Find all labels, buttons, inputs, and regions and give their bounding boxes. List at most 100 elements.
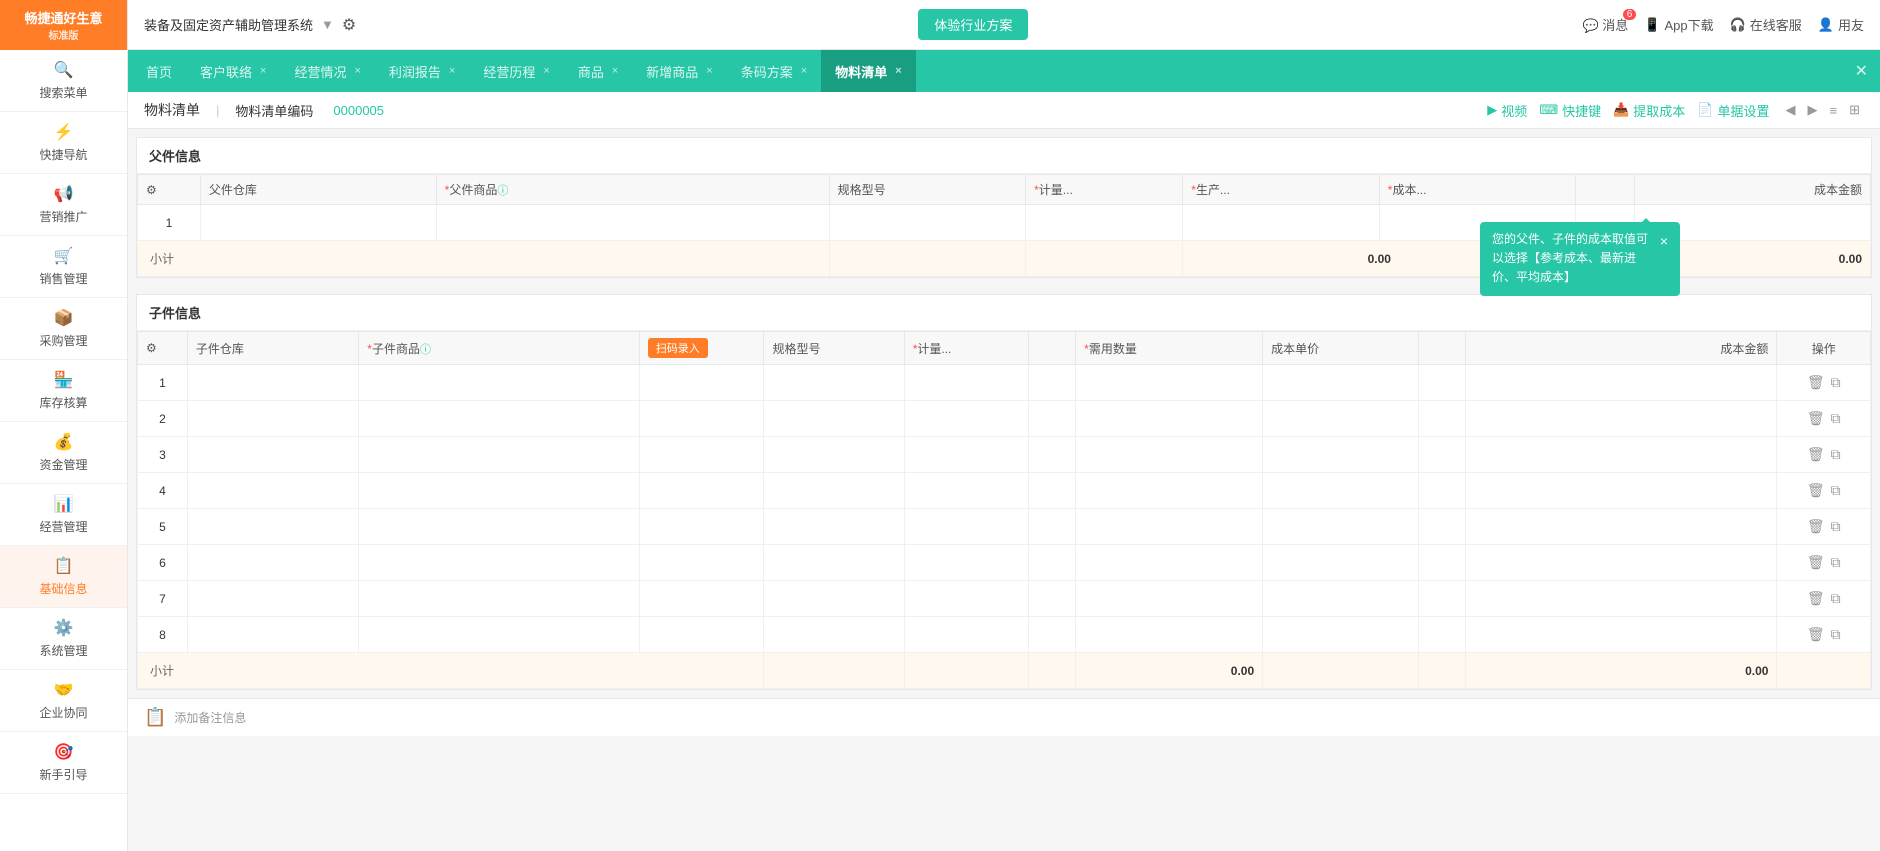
child-spec-cell-2[interactable] [764,401,904,437]
prev-page-button[interactable]: ◀ [1782,102,1800,118]
delete-icon-3[interactable]: 🗑 [1807,446,1825,463]
child-qty-cell-3[interactable] [1076,437,1263,473]
child-product-cell-4[interactable] [359,473,640,509]
delete-icon-5[interactable]: 🗑 [1807,518,1825,535]
video-action[interactable]: ▶ 视频 [1487,101,1527,120]
sidebar-item-search[interactable]: 🔍 搜索菜单 [0,50,127,112]
tab-customer-close[interactable]: × [260,65,266,77]
child-unit-cell-1[interactable] [904,365,1029,401]
child-spec-cell-8[interactable] [764,617,904,653]
copy-icon-3[interactable]: ⧉ [1831,446,1841,463]
child-cost-amount-cell-7[interactable] [1465,581,1777,617]
child-qty-cell-8[interactable] [1076,617,1263,653]
extract-cost-action[interactable]: 📥 提取成本 [1613,101,1685,120]
child-cost-unit-cell-3[interactable] [1263,437,1419,473]
app-download-button[interactable]: 📱 App下载 [1644,15,1713,34]
child-cost-amount-cell-3[interactable] [1465,437,1777,473]
child-qty-cell-1[interactable] [1076,365,1263,401]
tab-customer[interactable]: 客户联络 × [186,50,280,92]
child-warehouse-cell-4[interactable] [187,473,358,509]
sidebar-item-basic-info[interactable]: 📋 基础信息 [0,546,127,608]
copy-icon-5[interactable]: ⧉ [1831,518,1841,535]
copy-icon-7[interactable]: ⧉ [1831,590,1841,607]
copy-icon-4[interactable]: ⧉ [1831,482,1841,499]
tab-operation-status[interactable]: 经营情况 × [280,50,374,92]
parent-col-settings[interactable]: ⚙ [138,175,201,205]
tab-history[interactable]: 经营历程 × [469,50,563,92]
sidebar-item-system[interactable]: ⚙️ 系统管理 [0,608,127,670]
parent-warehouse-cell[interactable] [200,205,436,241]
tab-new-goods[interactable]: 新增商品 × [632,50,726,92]
single-settings-action[interactable]: 📄 单据设置 [1697,101,1769,120]
scan-input-button[interactable]: 扫码录入 [648,338,708,358]
child-cost-amount-cell-6[interactable] [1465,545,1777,581]
bottom-hint-bar[interactable]: 📋 添加备注信息 [128,698,1880,736]
child-qty-cell-6[interactable] [1076,545,1263,581]
child-spec-cell-6[interactable] [764,545,904,581]
sidebar-item-quick-nav[interactable]: ⚡ 快捷导航 [0,112,127,174]
tab-profit[interactable]: 利润报告 × [375,50,469,92]
child-warehouse-cell-5[interactable] [187,509,358,545]
child-warehouse-cell-3[interactable] [187,437,358,473]
child-cost-amount-cell-8[interactable] [1465,617,1777,653]
expand-button[interactable]: ≡ [1826,103,1842,118]
copy-icon-6[interactable]: ⧉ [1831,554,1841,571]
child-cost-unit-cell-8[interactable] [1263,617,1419,653]
child-unit-cell-7[interactable] [904,581,1029,617]
copy-icon-8[interactable]: ⧉ [1831,626,1841,643]
child-spec-cell-1[interactable] [764,365,904,401]
user-menu[interactable]: 👤 用友 [1818,15,1864,34]
child-product-cell-6[interactable] [359,545,640,581]
next-page-button[interactable]: ▶ [1804,102,1822,118]
child-cost-unit-cell-4[interactable] [1263,473,1419,509]
delete-icon-7[interactable]: 🗑 [1807,590,1825,607]
child-unit-cell-6[interactable] [904,545,1029,581]
child-spec-cell-3[interactable] [764,437,904,473]
child-cost-amount-cell-4[interactable] [1465,473,1777,509]
delete-icon-8[interactable]: 🗑 [1807,626,1825,643]
dropdown-arrow-icon[interactable]: ▼ [321,17,334,32]
child-warehouse-cell-7[interactable] [187,581,358,617]
child-warehouse-cell-1[interactable] [187,365,358,401]
copy-icon-1[interactable]: ⧉ [1831,374,1841,391]
tooltip-close-button[interactable]: × [1660,230,1668,252]
child-cost-amount-cell-1[interactable] [1465,365,1777,401]
child-product-cell-8[interactable] [359,617,640,653]
tab-barcode[interactable]: 条码方案 × [727,50,821,92]
child-unit-cell-2[interactable] [904,401,1029,437]
tab-profit-close[interactable]: × [449,65,455,77]
tab-home[interactable]: 首页 [132,50,186,92]
delete-icon-4[interactable]: 🗑 [1807,482,1825,499]
sidebar-item-finance[interactable]: 💰 资金管理 [0,422,127,484]
child-product-cell-7[interactable] [359,581,640,617]
child-cost-amount-cell-2[interactable] [1465,401,1777,437]
child-spec-cell-4[interactable] [764,473,904,509]
settings-icon[interactable]: ⚙ [342,15,356,35]
online-service-button[interactable]: 🎧 在线客服 [1730,15,1802,34]
child-cost-unit-cell-2[interactable] [1263,401,1419,437]
tab-new-goods-close[interactable]: × [706,65,712,77]
close-all-tabs-button[interactable]: ✕ [1847,61,1876,81]
child-unit-cell-4[interactable] [904,473,1029,509]
child-col-settings[interactable]: ⚙ [138,332,188,365]
sidebar-item-purchase[interactable]: 📦 采购管理 [0,298,127,360]
child-unit-cell-3[interactable] [904,437,1029,473]
child-cost-unit-cell-6[interactable] [1263,545,1419,581]
child-product-cell-3[interactable] [359,437,640,473]
child-warehouse-cell-8[interactable] [187,617,358,653]
parent-unit-cell[interactable] [1026,205,1183,241]
child-unit-cell-8[interactable] [904,617,1029,653]
child-cost-unit-cell-7[interactable] [1263,581,1419,617]
child-cost-amount-cell-5[interactable] [1465,509,1777,545]
sidebar-item-enterprise[interactable]: 🤝 企业协同 [0,670,127,732]
child-qty-cell-7[interactable] [1076,581,1263,617]
child-qty-cell-4[interactable] [1076,473,1263,509]
tab-bom-close[interactable]: × [895,65,901,77]
child-cost-unit-cell-1[interactable] [1263,365,1419,401]
child-product-cell-1[interactable] [359,365,640,401]
child-unit-cell-5[interactable] [904,509,1029,545]
sidebar-item-marketing[interactable]: 📢 营销推广 [0,174,127,236]
child-spec-cell-5[interactable] [764,509,904,545]
sidebar-item-inventory[interactable]: 🏪 库存核算 [0,360,127,422]
child-product-cell-2[interactable] [359,401,640,437]
